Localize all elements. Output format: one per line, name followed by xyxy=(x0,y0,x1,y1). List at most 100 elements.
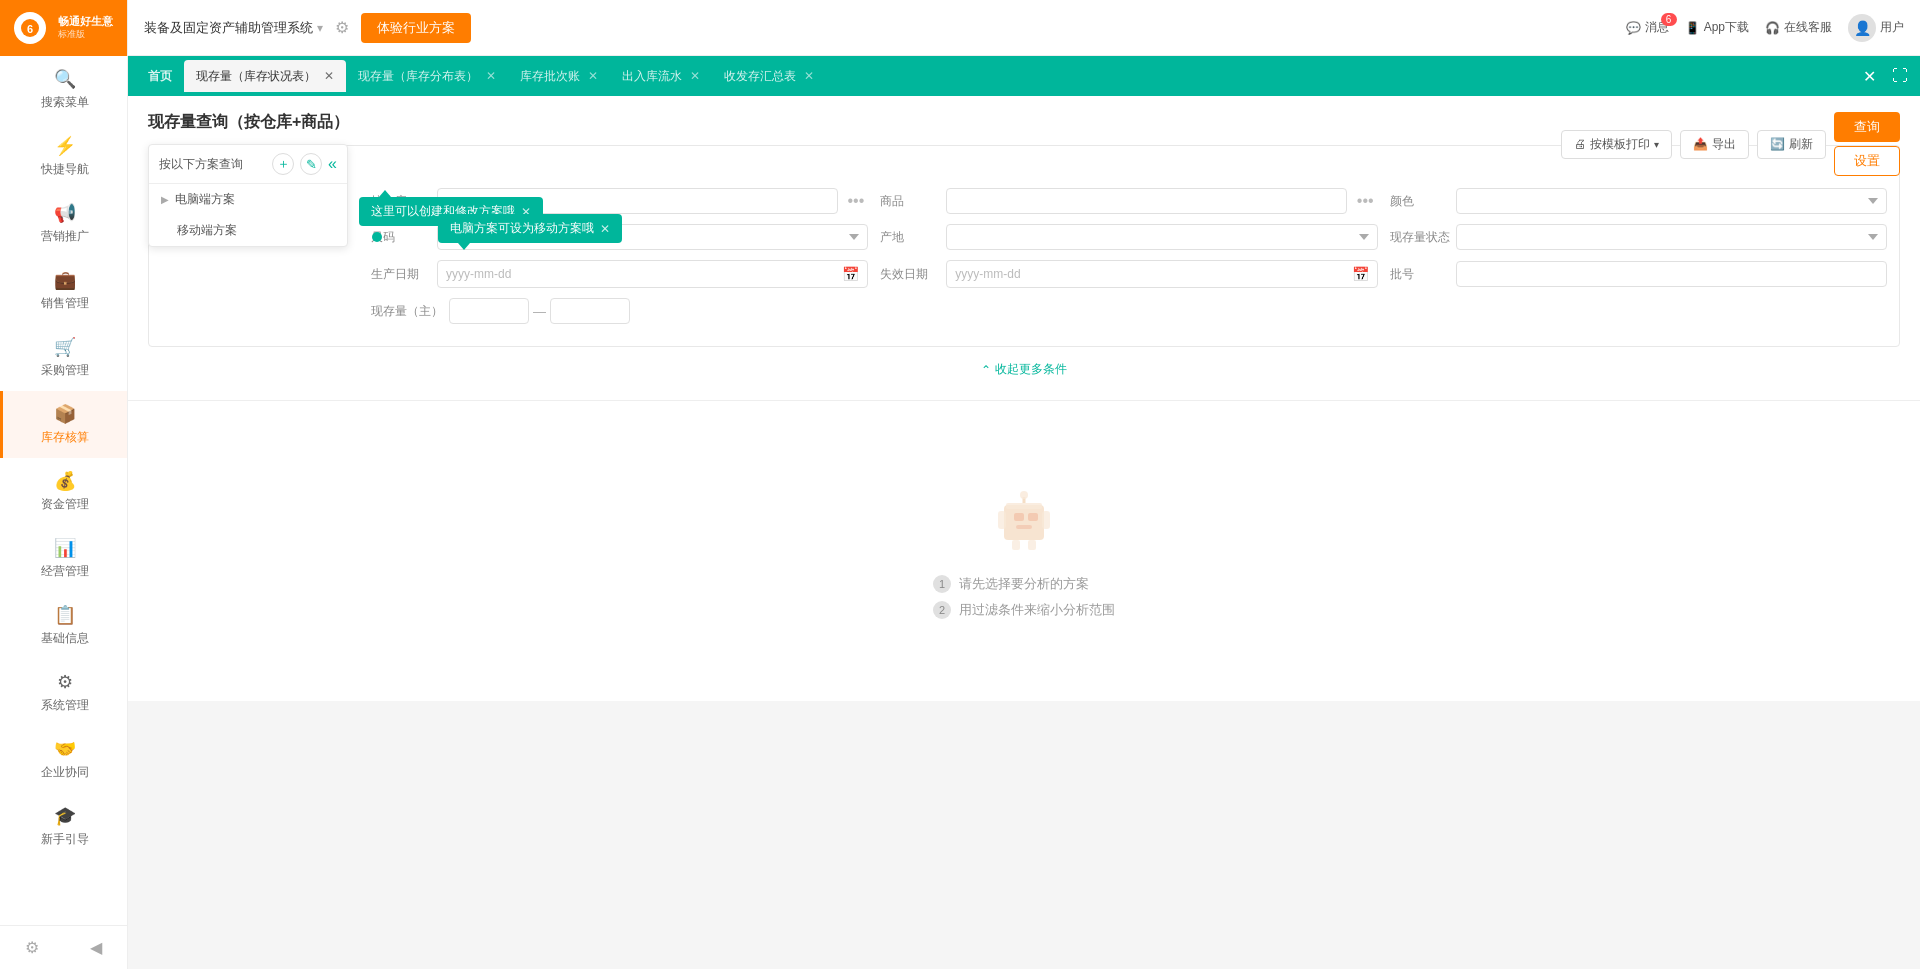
logo-icon: 6 xyxy=(14,12,46,44)
schema-add-button[interactable]: ＋ xyxy=(272,153,294,175)
sidebar-item-guide-label: 新手引导 xyxy=(41,831,89,848)
system-nav-icon: ⚙ xyxy=(57,671,73,693)
sales-nav-icon: 💼 xyxy=(54,269,76,291)
sidebar-item-quick[interactable]: ⚡ 快捷导航 xyxy=(0,123,127,190)
topbar-gear-icon[interactable]: ⚙ xyxy=(335,18,349,37)
warehouse-more-icon[interactable]: ••• xyxy=(844,192,869,210)
tab-batch-ledger[interactable]: 库存批次账 ✕ xyxy=(508,60,610,92)
desktop-schema-label: 电脑端方案 xyxy=(175,191,235,208)
schema-edit-button[interactable]: ✎ xyxy=(300,153,322,175)
app-download-button[interactable]: 📱 App下载 xyxy=(1685,19,1749,36)
reset-button[interactable]: 设置 xyxy=(1834,146,1900,176)
sidebar-item-marketing[interactable]: 📢 营销推广 xyxy=(0,190,127,257)
color-label: 颜色 xyxy=(1390,193,1450,210)
svg-rect-9 xyxy=(998,511,1006,529)
expire-date-calendar-icon[interactable]: 📅 xyxy=(1352,266,1369,282)
goods-input[interactable] xyxy=(946,188,1347,214)
message-button[interactable]: 💬 消息 6 xyxy=(1626,19,1669,36)
origin-select[interactable] xyxy=(946,224,1377,250)
svg-rect-11 xyxy=(1012,540,1020,550)
sidebar-item-finance[interactable]: 💰 资金管理 xyxy=(0,458,127,525)
tab-home[interactable]: 首页 xyxy=(136,60,184,92)
color-select[interactable] xyxy=(1456,188,1887,214)
base-nav-icon: 📋 xyxy=(54,604,76,626)
qty-max-input[interactable] xyxy=(550,298,630,324)
qty-range: — xyxy=(449,298,630,324)
user-menu-button[interactable]: 👤 用户 xyxy=(1848,14,1904,42)
close-all-tabs-button[interactable]: ✕ xyxy=(1859,67,1880,86)
sidebar-item-purchase-label: 采购管理 xyxy=(41,362,89,379)
sidebar-item-operation[interactable]: 📊 经营管理 xyxy=(0,525,127,592)
sidebar-item-inventory[interactable]: 📦 库存核算 xyxy=(0,391,127,458)
filter-color: 颜色 xyxy=(1390,188,1887,214)
collapse-sidebar-icon[interactable]: ◀ xyxy=(90,938,102,957)
inventory-nav-icon: 📦 xyxy=(54,403,76,425)
export-button[interactable]: 📤 导出 xyxy=(1680,130,1749,159)
industry-solution-button[interactable]: 体验行业方案 xyxy=(361,13,471,43)
print-label: 按模板打印 xyxy=(1590,136,1650,153)
online-service-button[interactable]: 🎧 在线客服 xyxy=(1765,19,1832,36)
template-print-button[interactable]: 🖨 按模板打印 ▾ xyxy=(1561,130,1672,159)
svg-rect-10 xyxy=(1042,511,1050,529)
sidebar-item-sales[interactable]: 💼 销售管理 xyxy=(0,257,127,324)
empty-step-2: 2 用过滤条件来缩小分析范围 xyxy=(933,601,1115,619)
page-title: 现存量查询（按仓库+商品） xyxy=(148,112,349,133)
search-button[interactable]: 查询 xyxy=(1834,112,1900,142)
sidebar-item-system-label: 系统管理 xyxy=(41,697,89,714)
goods-more-icon[interactable]: ••• xyxy=(1353,192,1378,210)
sidebar-item-guide[interactable]: 🎓 新手引导 xyxy=(0,793,127,860)
status-select[interactable] xyxy=(1456,224,1887,250)
schema-toolbar: 按以下方案查询 ＋ ✎ « xyxy=(149,145,347,184)
schema-item-desktop[interactable]: ▶ 电脑端方案 xyxy=(149,184,347,215)
prod-date-calendar-icon[interactable]: 📅 xyxy=(842,266,859,282)
schema-item-mobile[interactable]: 移动端方案 xyxy=(149,215,347,246)
sidebar-item-enterprise[interactable]: 🤝 企业协同 xyxy=(0,726,127,793)
sidebar-item-purchase[interactable]: 🛒 采购管理 xyxy=(0,324,127,391)
maximize-tab-button[interactable]: ⛶ xyxy=(1888,67,1912,86)
tab-inventory-status[interactable]: 现存量（库存状况表） ✕ xyxy=(184,60,346,92)
batch-ledger-tab-close[interactable]: ✕ xyxy=(588,69,598,83)
batch-input[interactable] xyxy=(1456,261,1887,287)
headset-icon: 🎧 xyxy=(1765,21,1780,35)
sidebar-bottom: ⚙ ◀ xyxy=(0,925,127,969)
empty-steps: 1 请先选择要分析的方案 2 用过滤条件来缩小分析范围 xyxy=(933,575,1115,627)
tab-collect-summary[interactable]: 收发存汇总表 ✕ xyxy=(712,60,826,92)
tooltip1-close[interactable]: ✕ xyxy=(600,222,610,236)
inventory-dist-tab-close[interactable]: ✕ xyxy=(486,69,496,83)
schema-collapse-button[interactable]: « xyxy=(328,155,337,173)
filter-fields-area: 按仓库 ••• 商品 ••• 颜色 xyxy=(371,188,1887,324)
expire-date-input[interactable]: yyyy-mm-dd 📅 xyxy=(946,260,1377,288)
schema-toolbar-label: 按以下方案查询 xyxy=(159,156,266,173)
refresh-button[interactable]: 🔄 刷新 xyxy=(1757,130,1826,159)
topbar: 装备及固定资产辅助管理系统 ▾ ⚙ 体验行业方案 💬 消息 6 📱 App下载 … xyxy=(128,0,1920,56)
sidebar-item-base[interactable]: 📋 基础信息 xyxy=(0,592,127,659)
batch-ledger-tab-label: 库存批次账 xyxy=(520,68,580,85)
prod-date-input[interactable]: yyyy-mm-dd 📅 xyxy=(437,260,868,288)
settings-bottom-icon[interactable]: ⚙ xyxy=(25,938,39,957)
sidebar-item-system[interactable]: ⚙ 系统管理 xyxy=(0,659,127,726)
sidebar-item-base-label: 基础信息 xyxy=(41,630,89,647)
expire-date-placeholder: yyyy-mm-dd xyxy=(955,267,1020,281)
export-label: 导出 xyxy=(1712,136,1736,153)
inventory-status-tab-close[interactable]: ✕ xyxy=(324,69,334,83)
step1-num: 1 xyxy=(933,575,951,593)
collapse-more-button[interactable]: ⌃ 收起更多条件 xyxy=(148,355,1900,384)
tooltip-mobile-schema: 电脑方案可设为移动方案哦 ✕ xyxy=(438,214,622,243)
main-area: 装备及固定资产辅助管理系统 ▾ ⚙ 体验行业方案 💬 消息 6 📱 App下载 … xyxy=(128,0,1920,969)
collect-summary-tab-close[interactable]: ✕ xyxy=(804,69,814,83)
user-label: 用户 xyxy=(1880,19,1904,36)
tab-inventory-dist[interactable]: 现存量（库存分布表） ✕ xyxy=(346,60,508,92)
online-service-label: 在线客服 xyxy=(1784,19,1832,36)
print-chevron-icon: ▾ xyxy=(1654,139,1659,150)
finance-nav-icon: 💰 xyxy=(54,470,76,492)
qty-min-input[interactable] xyxy=(449,298,529,324)
sidebar-item-search[interactable]: 🔍 搜索菜单 xyxy=(0,56,127,123)
in-out-flow-tab-close[interactable]: ✕ xyxy=(690,69,700,83)
tab-in-out-flow[interactable]: 出入库流水 ✕ xyxy=(610,60,712,92)
connector-dot xyxy=(372,232,382,242)
operation-nav-icon: 📊 xyxy=(54,537,76,559)
sidebar-item-operation-label: 经营管理 xyxy=(41,563,89,580)
tabs-bar: 首页 现存量（库存状况表） ✕ 现存量（库存分布表） ✕ 库存批次账 ✕ 出入库… xyxy=(128,56,1920,96)
tabs-actions: ✕ ⛶ xyxy=(1859,67,1912,86)
svg-rect-12 xyxy=(1028,540,1036,550)
